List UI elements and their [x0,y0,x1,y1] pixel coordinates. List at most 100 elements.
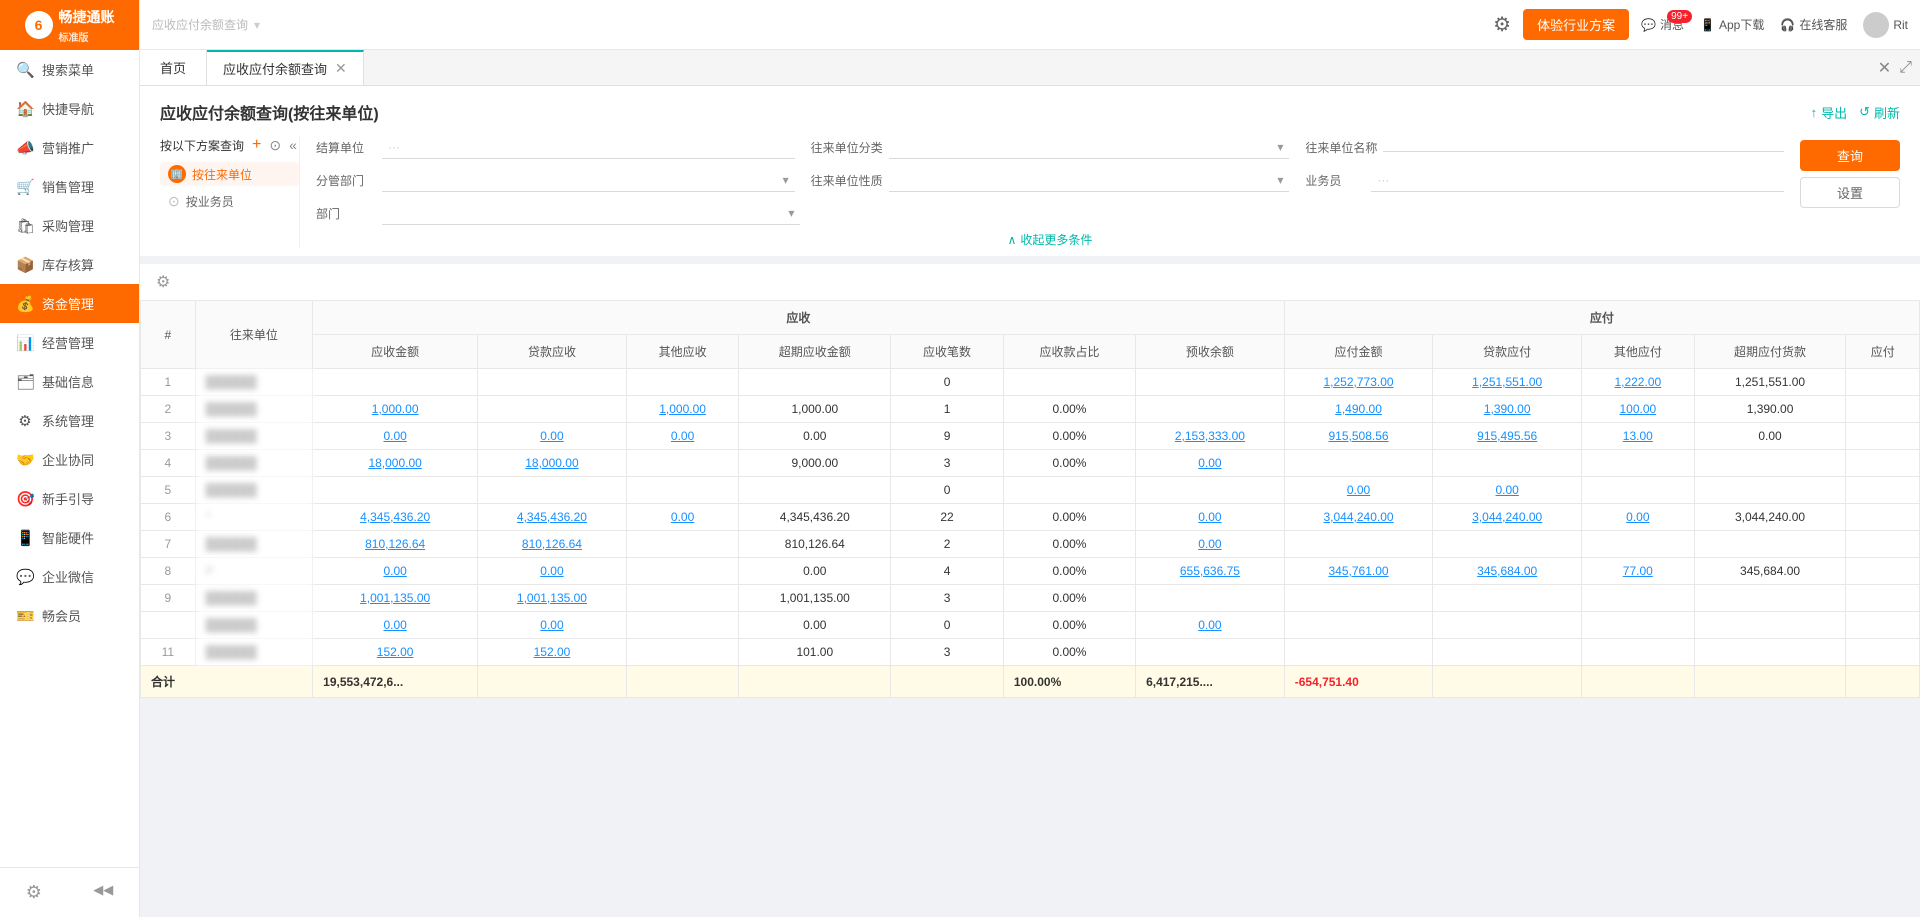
cell-value[interactable]: 0.00 [626,423,739,450]
industry-solution-button[interactable]: 体验行业方案 [1523,9,1629,40]
cell-value[interactable]: 1,390.00 [1433,396,1582,423]
sidebar-item-quick-nav[interactable]: 🏠 快捷导航 [0,89,139,128]
sidebar-settings-btn[interactable]: ⚙ [16,876,52,909]
cell-value[interactable]: 915,495.56 [1433,423,1582,450]
cell-value[interactable]: 0.00 [478,423,627,450]
export-btn[interactable]: ↑ 导出 [1811,103,1848,122]
cell-value[interactable]: 1,252,773.00 [1284,369,1433,396]
sidebar-item-hardware[interactable]: 📱 智能硬件 [0,518,139,557]
cell-value[interactable]: 0.00 [1136,531,1285,558]
tab-ar-ap[interactable]: 应收应付余额查询 ✕ [207,50,364,85]
settlement-unit-input[interactable]: ··· [382,136,795,159]
cell-value[interactable]: 3,044,240.00 [1433,504,1582,531]
sidebar-item-marketing[interactable]: 📣 营销推广 [0,128,139,167]
cell-value[interactable]: 4,345,436.20 [478,504,627,531]
cell-value[interactable]: 0.00 [313,558,478,585]
filter-scheme-by-salesperson[interactable]: ⊙ 按业务员 [160,190,299,213]
cell-value[interactable]: 18,000.00 [478,450,627,477]
sidebar-item-system[interactable]: ⚙ 系统管理 [0,401,139,440]
filter-scheme-collapse-icon[interactable]: « [289,137,297,153]
notification-btn[interactable]: 💬 消息 99+ [1641,16,1684,33]
cell-value[interactable]: 1,251,551.00 [1433,369,1582,396]
cell-value[interactable]: 0.00 [478,558,627,585]
sidebar-item-purchase[interactable]: 🛍 采购管理 [0,206,139,245]
filter-scheme-by-partner[interactable]: 🏢 按往来单位 [160,162,299,186]
cell-empty [1582,450,1695,477]
sidebar-collapse-btn[interactable]: ◀◀ [83,876,123,909]
cell-value[interactable]: 4,345,436.20 [313,504,478,531]
refresh-btn[interactable]: ↺ 刷新 [1859,103,1900,122]
tab-close-btn[interactable]: ✕ [335,60,347,77]
cell-value[interactable]: 0.00 [313,612,478,639]
partner-name-input[interactable] [1383,143,1784,152]
cell-value[interactable]: 0.00 [1433,477,1582,504]
sidebar-item-inventory[interactable]: 📦 库存核算 [0,245,139,284]
cell-value[interactable]: 0.00 [1136,612,1285,639]
partner-category-input[interactable]: ▾ [889,136,1290,159]
supervise-dept-input[interactable]: ▾ [382,169,795,192]
sidebar-item-enterprise-coop[interactable]: 🤝 企业协同 [0,440,139,479]
sidebar-item-guide[interactable]: 🎯 新手引导 [0,479,139,518]
cell-value[interactable]: 18,000.00 [313,450,478,477]
salesperson-input[interactable]: ··· [1371,169,1784,192]
cell-value[interactable]: 655,636.75 [1136,558,1285,585]
cell-value[interactable]: 0.00 [478,612,627,639]
cell-value[interactable]: 3,044,240.00 [1284,504,1433,531]
cell-value[interactable]: 0.00 [1582,504,1695,531]
cell-value[interactable]: 152.00 [478,639,627,666]
sidebar-item-membership[interactable]: 🎫 畅会员 [0,596,139,635]
tab-expand-icon[interactable]: ⤢ [1899,59,1912,77]
sidebar-item-search[interactable]: 🔍 搜索菜单 [0,50,139,89]
filter-scheme-settings-icon[interactable]: ⊙ [269,137,281,154]
cell-value[interactable]: 1,222.00 [1582,369,1695,396]
table-row: 8 P 0.00 0.00 0.00 4 0.00% 655,636.75 34… [141,558,1920,585]
cell-value[interactable]: 1,000.00 [626,396,739,423]
sidebar-item-operation[interactable]: 📊 经营管理 [0,323,139,362]
partner-nature-input[interactable]: ▾ [889,169,1290,192]
sidebar-item-basic[interactable]: 🗂 基础信息 [0,362,139,401]
filter-salesperson: 业务员 ··· [1305,169,1784,192]
table-settings-icon[interactable]: ⚙ [156,272,170,292]
cell-value[interactable]: 77.00 [1582,558,1695,585]
cell-value[interactable]: 1,001,135.00 [478,585,627,612]
row-num: 11 [141,639,196,666]
cell-value[interactable]: 100.00 [1582,396,1695,423]
cell-value[interactable]: 1,000.00 [313,396,478,423]
cell-value[interactable]: 1,490.00 [1284,396,1433,423]
cell-value[interactable]: 915,508.56 [1284,423,1433,450]
col-ar-count: 应收笔数 [891,335,1004,369]
cell-value[interactable]: 1,001,135.00 [313,585,478,612]
sidebar-item-capital[interactable]: 💰 资金管理 [0,284,139,323]
query-button[interactable]: 查询 [1800,140,1900,171]
tab-close-all-icon[interactable]: ✕ [1878,58,1891,78]
tab-home[interactable]: 首页 [140,50,207,85]
app-download-btn[interactable]: 📱 App下载 [1700,16,1764,33]
cell-value[interactable]: 0.00 [313,423,478,450]
dept-input[interactable]: ▾ [382,202,800,225]
cell-empty [626,369,739,396]
topbar-settings-icon[interactable]: ⚙ [1493,12,1511,37]
filter-add-btn[interactable]: + [252,136,261,154]
online-service-btn[interactable]: 🎧 在线客服 [1780,16,1847,33]
cell-ar-count: 0 [891,477,1004,504]
cell-value[interactable]: 810,126.64 [313,531,478,558]
cell-value[interactable]: 345,761.00 [1284,558,1433,585]
filter-collapse-btn[interactable]: ∧ 收起更多条件 [1008,231,1093,248]
sidebar-item-enterprise-wechat[interactable]: 💬 企业微信 [0,557,139,596]
footer-ar-amount[interactable]: 19,553,472,6... [313,666,478,698]
cell-value[interactable]: 0.00 [1136,504,1285,531]
sidebar-item-sales[interactable]: 🛒 销售管理 [0,167,139,206]
cell-empty [1433,585,1582,612]
filter-scheme-label-partner: 按往来单位 [192,166,252,183]
cell-value[interactable]: 0.00 [1136,450,1285,477]
cell-value[interactable]: 13.00 [1582,423,1695,450]
cell-value[interactable]: 0.00 [1284,477,1433,504]
user-avatar-area[interactable]: Rit [1863,12,1908,38]
filter-settings-button[interactable]: 设置 [1800,177,1900,208]
cell-value[interactable]: 152.00 [313,639,478,666]
cell-value[interactable]: 2,153,333.00 [1136,423,1285,450]
cell-empty [626,612,739,639]
cell-value[interactable]: 0.00 [626,504,739,531]
cell-value[interactable]: 345,684.00 [1433,558,1582,585]
cell-value[interactable]: 810,126.64 [478,531,627,558]
